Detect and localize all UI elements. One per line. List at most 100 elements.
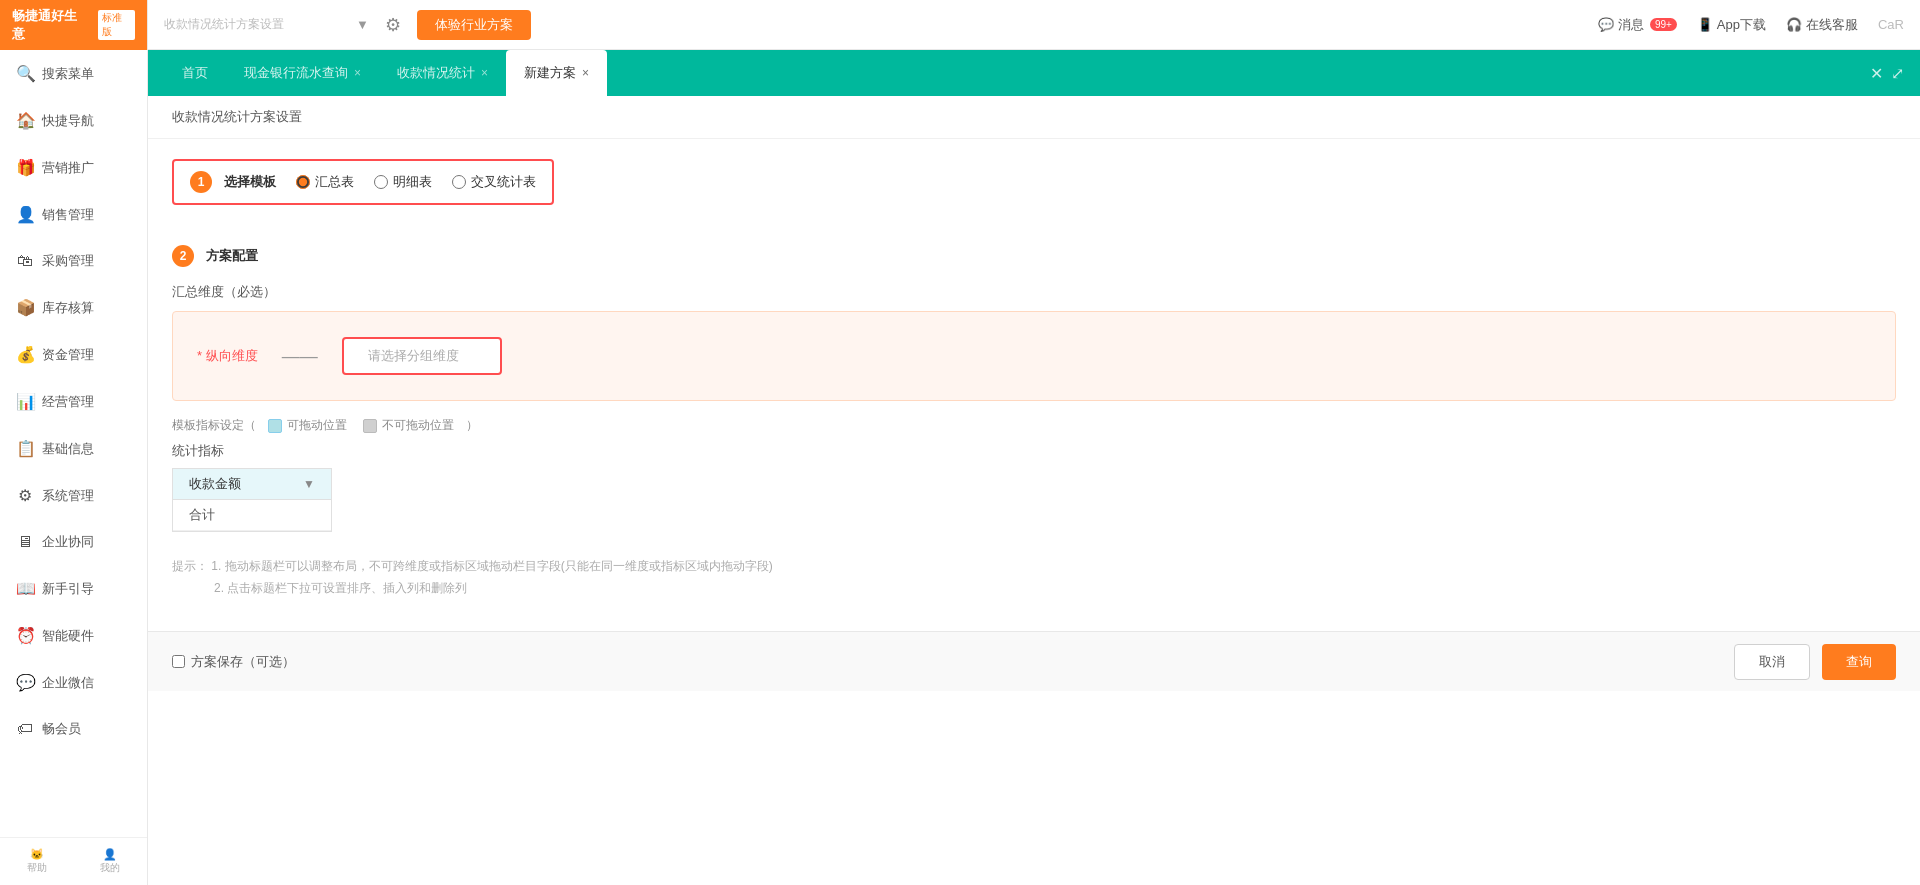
trial-button[interactable]: 体验行业方案: [417, 10, 531, 40]
tab-cashflow-label: 现金银行流水查询: [244, 64, 348, 82]
metrics-column-header: 收款金额: [189, 475, 241, 493]
message-item[interactable]: 💬 消息 99+: [1598, 16, 1677, 34]
radio-cross[interactable]: 交叉统计表: [452, 173, 536, 191]
save-checkbox-label[interactable]: 方案保存（可选）: [172, 653, 295, 671]
metrics-dropdown-icon[interactable]: ▼: [303, 477, 315, 491]
metrics-section-label: 模板指标设定（: [172, 417, 256, 434]
download-label: App下载: [1717, 16, 1766, 34]
sidebar-item-1[interactable]: 🏠快捷导航: [0, 97, 147, 144]
sidebar-label-14: 畅会员: [42, 720, 81, 738]
sidebar-label-4: 采购管理: [42, 252, 94, 270]
tab-receipt-label: 收款情况统计: [397, 64, 475, 82]
topbar-breadcrumb: 收款情况统计方案设置: [164, 16, 344, 33]
download-item[interactable]: 📱 App下载: [1697, 16, 1766, 34]
sidebar-icon-4: 🛍: [16, 252, 34, 270]
tab-new-plan-close[interactable]: ×: [582, 66, 589, 80]
tab-close-all-icon[interactable]: ✕: [1870, 64, 1883, 83]
sidebar-item-5[interactable]: 📦 库存核算: [0, 284, 147, 331]
cancel-button[interactable]: 取消: [1734, 644, 1810, 680]
service-label: 在线客服: [1806, 16, 1858, 34]
query-button[interactable]: 查询: [1822, 644, 1896, 680]
radio-detail-label: 明细表: [393, 173, 432, 191]
metrics-table-header[interactable]: 收款金额 ▼: [173, 469, 331, 500]
step2-label: 方案配置: [206, 247, 258, 265]
sidebar-icon-7: 📊: [16, 392, 34, 411]
metrics-row-label: 合计: [189, 507, 215, 522]
close-paren: ）: [466, 417, 478, 434]
tab-new-plan-label: 新建方案: [524, 64, 576, 82]
sidebar-item-8[interactable]: 📋基础信息: [0, 425, 147, 472]
radio-summary-label: 汇总表: [315, 173, 354, 191]
sidebar-item-13[interactable]: 💬企业微信: [0, 659, 147, 706]
sidebar-logo: 畅捷通好生意 标准版: [0, 0, 147, 50]
sidebar-icon-6: 💰: [16, 345, 34, 364]
form-section: 1 选择模板 汇总表 明细表 交叉统计表: [148, 139, 1920, 631]
tab-new-plan[interactable]: 新建方案 ×: [506, 50, 607, 96]
radio-detail[interactable]: 明细表: [374, 173, 432, 191]
user-icon: 👤: [103, 848, 117, 861]
sidebar-item-12[interactable]: ⏰智能硬件: [0, 612, 147, 659]
tab-receipt[interactable]: 收款情况统计 ×: [379, 50, 506, 96]
sidebar-label-5: 库存核算: [42, 299, 94, 317]
sidebar-icon-14: 🏷: [16, 720, 34, 738]
tab-receipt-close[interactable]: ×: [481, 66, 488, 80]
step1-label: 选择模板: [224, 173, 276, 191]
vertical-dimension-label: * 纵向维度: [197, 347, 258, 365]
sidebar-item-7[interactable]: 📊经营管理: [0, 378, 147, 425]
sidebar-item-10[interactable]: 🖥企业协同: [0, 519, 147, 565]
message-badge: 99+: [1650, 18, 1677, 31]
topbar: 收款情况统计方案设置 ▼ ⚙ 体验行业方案 💬 消息 99+ 📱 App下载 🎧…: [148, 0, 1920, 50]
sidebar-item-0[interactable]: 🔍搜索菜单: [0, 50, 147, 97]
sidebar-nav: 🔍搜索菜单🏠快捷导航🎁营销推广 👤 销售管理 🛍 采购管理 📦 库存核算 💰资金管理📊经营管理…: [0, 50, 147, 752]
metrics-group-label: 统计指标: [172, 442, 1896, 460]
tabs-bar: 首页 现金银行流水查询 × 收款情况统计 × 新建方案 × ✕ ⤢: [148, 50, 1920, 96]
sidebar-label-12: 智能硬件: [42, 627, 94, 645]
logo-text: 畅捷通好生意: [12, 7, 86, 43]
tab-cashflow-close[interactable]: ×: [354, 66, 361, 80]
tab-home[interactable]: 首页: [164, 50, 226, 96]
topbar-settings-icon[interactable]: ⚙: [381, 10, 405, 40]
content-area: 收款情况统计方案设置 1 选择模板 汇总表 明细表: [148, 96, 1920, 885]
user-name-item[interactable]: CaR: [1878, 17, 1904, 32]
sidebar-item-2[interactable]: 🎁营销推广: [0, 144, 147, 191]
radio-summary-input[interactable]: [296, 175, 310, 189]
sidebar-icon-3: 👤: [16, 205, 34, 224]
sidebar-item-6[interactable]: 💰资金管理: [0, 331, 147, 378]
bottom-bar: 方案保存（可选） 取消 查询: [148, 631, 1920, 691]
sidebar-icon-11: 📖: [16, 579, 34, 598]
legend-not-draggable: 不可拖动位置: [363, 417, 454, 434]
legend-not-draggable-dot: [363, 419, 377, 433]
tab-cashflow[interactable]: 现金银行流水查询 ×: [226, 50, 379, 96]
sidebar-item-11[interactable]: 📖新手引导: [0, 565, 147, 612]
radio-detail-input[interactable]: [374, 175, 388, 189]
sidebar-item-9[interactable]: ⚙系统管理: [0, 472, 147, 519]
breadcrumb-text: 收款情况统计方案设置: [164, 16, 284, 33]
sidebar-label-3: 销售管理: [42, 206, 94, 224]
topbar-dropdown-icon[interactable]: ▼: [356, 17, 369, 32]
template-radio-group: 汇总表 明细表 交叉统计表: [296, 173, 536, 191]
message-icon: 💬: [1598, 17, 1614, 32]
radio-summary[interactable]: 汇总表: [296, 173, 354, 191]
sidebar-icon-0: 🔍: [16, 64, 34, 83]
sidebar-icon-5: 📦: [16, 298, 34, 317]
user-name-text: CaR: [1878, 17, 1904, 32]
sidebar-bottom-user[interactable]: 👤 我的: [100, 848, 120, 875]
sidebar-item-14[interactable]: 🏷 畅会员: [0, 706, 147, 752]
sidebar-label-8: 基础信息: [42, 440, 94, 458]
dimension-select[interactable]: 请选择分组维度: [342, 337, 502, 375]
sidebar-bottom: 🐱 帮助 👤 我的: [0, 837, 147, 885]
legend-draggable: 可拖动位置: [268, 417, 347, 434]
sidebar-item-3[interactable]: 👤 销售管理: [0, 191, 147, 238]
sidebar-item-4[interactable]: 🛍 采购管理: [0, 238, 147, 284]
service-item[interactable]: 🎧 在线客服: [1786, 16, 1858, 34]
metrics-table: 收款金额 ▼ 合计: [172, 468, 332, 532]
content-header: 收款情况统计方案设置: [148, 96, 1920, 139]
dimension-arrow-icon: ——: [282, 346, 318, 367]
message-label: 消息: [1618, 16, 1644, 34]
save-checkbox[interactable]: [172, 655, 185, 668]
tab-maximize-icon[interactable]: ⤢: [1891, 64, 1904, 83]
metrics-header-row: 模板指标设定（ 可拖动位置 不可拖动位置 ）: [172, 417, 1896, 434]
sidebar-bottom-help[interactable]: 🐱 帮助: [27, 848, 47, 875]
radio-cross-input[interactable]: [452, 175, 466, 189]
sidebar: 畅捷通好生意 标准版 🔍搜索菜单🏠快捷导航🎁营销推广 👤 销售管理 🛍 采购管理 📦 库存核…: [0, 0, 148, 885]
